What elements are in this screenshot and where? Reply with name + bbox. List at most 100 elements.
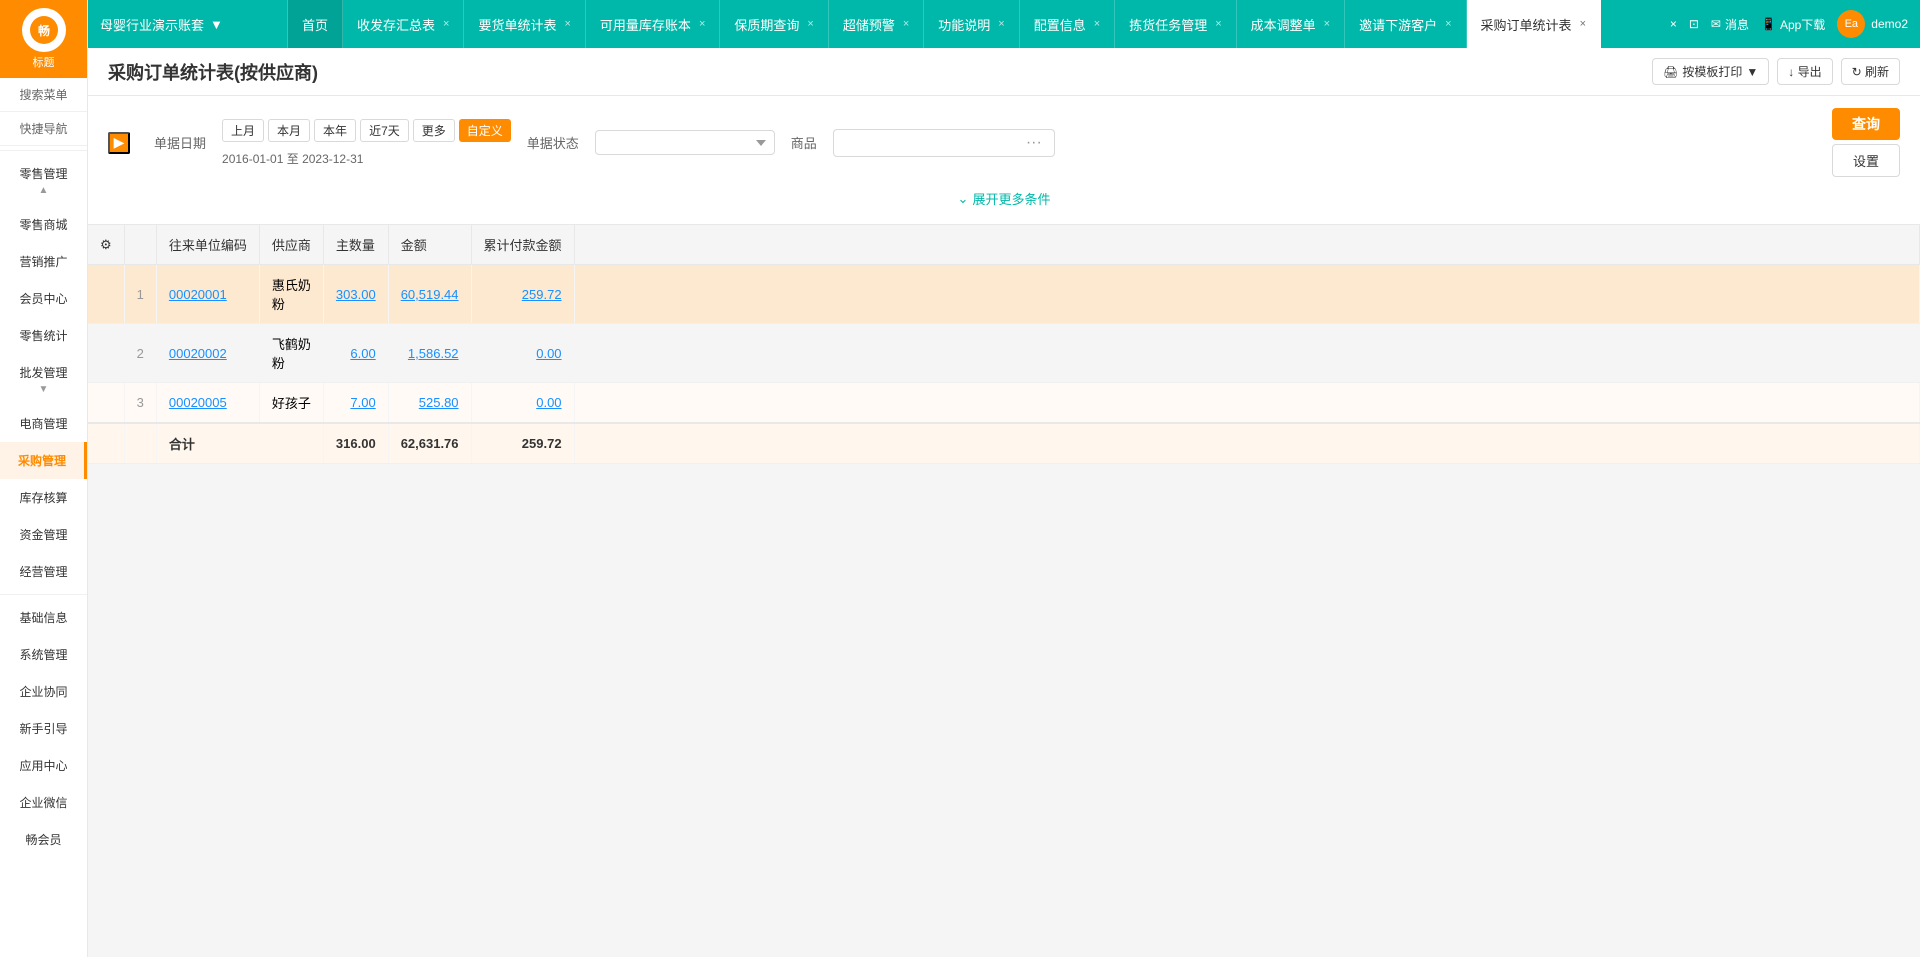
query-actions: 查询 设置 <box>1832 108 1900 177</box>
row1-amount-link[interactable]: 60,519.44 <box>401 287 459 302</box>
tab-close-overstock-warning[interactable]: × <box>903 18 909 30</box>
export-button[interactable]: ↓ 导出 <box>1777 58 1832 85</box>
tab-close-config-info[interactable]: × <box>1094 18 1100 30</box>
tab-expiry-query[interactable]: 保质期查询 × <box>720 0 828 48</box>
tab-close-purchase-stats[interactable]: × <box>564 18 570 30</box>
sidebar-item-sys-mgmt[interactable]: 系统管理 <box>0 636 87 673</box>
maximize-button[interactable]: ⊡ <box>1689 17 1699 31</box>
sidebar-item-retail-stats[interactable]: 零售统计 <box>0 317 87 354</box>
tab-available-stock[interactable]: 可用量库存账本 × <box>586 0 720 48</box>
tab-pick-task[interactable]: 拣货任务管理 × <box>1115 0 1236 48</box>
sidebar-item-inventory-check[interactable]: 库存核算 <box>0 479 87 516</box>
sidebar-item-ecommerce-mgmt[interactable]: 电商管理 <box>0 405 87 442</box>
sidebar-search[interactable]: 搜索菜单 <box>0 78 87 112</box>
sidebar-item-basic-info[interactable]: 基础信息 <box>0 599 87 636</box>
chevron-down-icon: ⌄ <box>958 191 969 207</box>
tab-close-cost-adjust[interactable]: × <box>1324 18 1330 30</box>
app-download-button[interactable]: 📱 App下载 <box>1761 16 1825 33</box>
tab-overstock-warning[interactable]: 超储预警 × <box>829 0 924 48</box>
tab-close-receive-send[interactable]: × <box>443 18 449 30</box>
filter-toggle-button[interactable]: ▶ <box>108 132 130 154</box>
date-this-year-btn[interactable]: 本年 <box>314 119 356 142</box>
sidebar-item-enterprise-wechat[interactable]: 企业微信 <box>0 784 87 821</box>
tab-purchase-stats[interactable]: 要货单统计表 × <box>464 0 585 48</box>
tab-close-function-desc[interactable]: × <box>998 18 1004 30</box>
col-supplier-name-header: 供应商 <box>259 225 323 265</box>
close-all-tabs-button[interactable]: × <box>1670 17 1677 31</box>
row3-main-qty: 7.00 <box>323 383 388 424</box>
tab-cost-adjust[interactable]: 成本调整单 × <box>1237 0 1345 48</box>
app-logo[interactable]: 畅 标题 <box>0 0 87 78</box>
tab-invite-downstream[interactable]: 邀请下游客户 × <box>1345 0 1466 48</box>
sidebar-item-retail-mall[interactable]: 零售商城 <box>0 206 87 243</box>
workspace-name: 母婴行业演示账套 <box>100 15 204 34</box>
sidebar-item-purchase-mgmt[interactable]: 采购管理 <box>0 442 87 479</box>
workspace-selector[interactable]: 母婴行业演示账套 ▼ <box>88 0 288 48</box>
goods-ellipsis-btn[interactable]: ··· <box>1022 134 1046 152</box>
settings-button[interactable]: 设置 <box>1832 144 1900 177</box>
template-print-button[interactable]: 🖨 按模板打印 ▼ <box>1652 58 1769 85</box>
row1-supplier-code: 00020001 <box>156 265 259 324</box>
date-last-month-btn[interactable]: 上月 <box>222 119 264 142</box>
print-icon: 🖨 <box>1663 65 1678 79</box>
footer-empty-1 <box>88 423 124 464</box>
footer-empty-2 <box>124 423 156 464</box>
row2-main-qty-link[interactable]: 6.00 <box>350 346 375 361</box>
row1-amount: 60,519.44 <box>388 265 471 324</box>
row3-amount-link[interactable]: 525.80 <box>419 395 459 410</box>
tab-close-expiry-query[interactable]: × <box>807 18 813 30</box>
date-more-btn[interactable]: 更多 <box>413 119 455 142</box>
sidebar-item-finance-mgmt[interactable]: 资金管理 <box>0 516 87 553</box>
user-avatar-button[interactable]: Ea demo2 <box>1837 10 1908 38</box>
row3-main-qty-link[interactable]: 7.00 <box>350 395 375 410</box>
date-preset-buttons: 上月 本月 本年 近7天 更多 自定义 <box>222 119 511 142</box>
workspace-dropdown-icon: ▼ <box>210 17 223 32</box>
tab-container: 首页 收发存汇总表 × 要货单统计表 × 可用量库存账本 × 保质期查询 × <box>288 0 1670 48</box>
query-button[interactable]: 查询 <box>1832 108 1900 140</box>
row2-supplier-code: 00020002 <box>156 324 259 383</box>
expand-more-btn[interactable]: ⌄ 展开更多条件 <box>946 185 1063 212</box>
row2-amount-link[interactable]: 1,586.52 <box>408 346 459 361</box>
date-7days-btn[interactable]: 近7天 <box>360 119 409 142</box>
top-right-actions: × ⊡ ✉ 消息 📱 App下载 Ea demo2 <box>1670 10 1920 38</box>
status-label: 单据状态 <box>527 133 579 152</box>
filter-row-1: ▶ 单据日期 上月 本月 本年 近7天 更多 自定义 2016-01-01 至 … <box>108 108 1900 177</box>
tab-function-desc[interactable]: 功能说明 × <box>924 0 1019 48</box>
row2-paid-amount-link[interactable]: 0.00 <box>536 346 561 361</box>
sidebar-item-member-center[interactable]: 会员中心 <box>0 280 87 317</box>
tab-close-pick-task[interactable]: × <box>1215 18 1221 30</box>
settings-icon[interactable]: ⚙ <box>100 237 112 252</box>
date-this-month-btn[interactable]: 本月 <box>268 119 310 142</box>
status-select[interactable] <box>595 130 775 155</box>
row2-paid-amount: 0.00 <box>471 324 574 383</box>
sidebar-item-wholesale-mgmt[interactable]: 批发管理 ▼ <box>0 354 87 405</box>
sidebar-item-marketing[interactable]: 营销推广 <box>0 243 87 280</box>
row3-supplier-code-link[interactable]: 00020005 <box>169 395 227 410</box>
row1-supplier-code-link[interactable]: 00020001 <box>169 287 227 302</box>
goods-input[interactable] <box>842 135 1018 150</box>
tab-config-info[interactable]: 配置信息 × <box>1020 0 1115 48</box>
sidebar-item-member-vip[interactable]: 畅会员 <box>0 821 87 858</box>
message-button[interactable]: ✉ 消息 <box>1711 16 1749 33</box>
row2-supplier-code-link[interactable]: 00020002 <box>169 346 227 361</box>
tab-home[interactable]: 首页 <box>288 0 343 48</box>
sidebar-item-enterprise-collab[interactable]: 企业协同 <box>0 673 87 710</box>
sidebar-item-app-center[interactable]: 应用中心 <box>0 747 87 784</box>
date-custom-btn[interactable]: 自定义 <box>459 119 511 142</box>
row1-paid-amount-link[interactable]: 259.72 <box>522 287 562 302</box>
sidebar-item-new-guide[interactable]: 新手引导 <box>0 710 87 747</box>
row3-paid-amount-link[interactable]: 0.00 <box>536 395 561 410</box>
refresh-button[interactable]: ↻ 刷新 <box>1841 58 1900 85</box>
tab-close-available-stock[interactable]: × <box>699 18 705 30</box>
row1-main-qty-link[interactable]: 303.00 <box>336 287 376 302</box>
sidebar-quick-nav[interactable]: 快捷导航 <box>0 112 87 146</box>
sidebar-item-ops-mgmt[interactable]: 经营管理 <box>0 553 87 590</box>
row3-settings <box>88 383 124 424</box>
tab-receive-send[interactable]: 收发存汇总表 × <box>343 0 464 48</box>
tab-close-invite-downstream[interactable]: × <box>1445 18 1451 30</box>
page-actions: 🖨 按模板打印 ▼ ↓ 导出 ↻ 刷新 <box>1652 58 1900 85</box>
row2-main-qty: 6.00 <box>323 324 388 383</box>
tab-close-purchase-order-stats[interactable]: × <box>1580 18 1586 30</box>
tab-purchase-order-stats[interactable]: 采购订单统计表 × <box>1467 0 1601 48</box>
sidebar-item-retail-mgmt[interactable]: 零售管理 ▲ <box>0 155 87 206</box>
